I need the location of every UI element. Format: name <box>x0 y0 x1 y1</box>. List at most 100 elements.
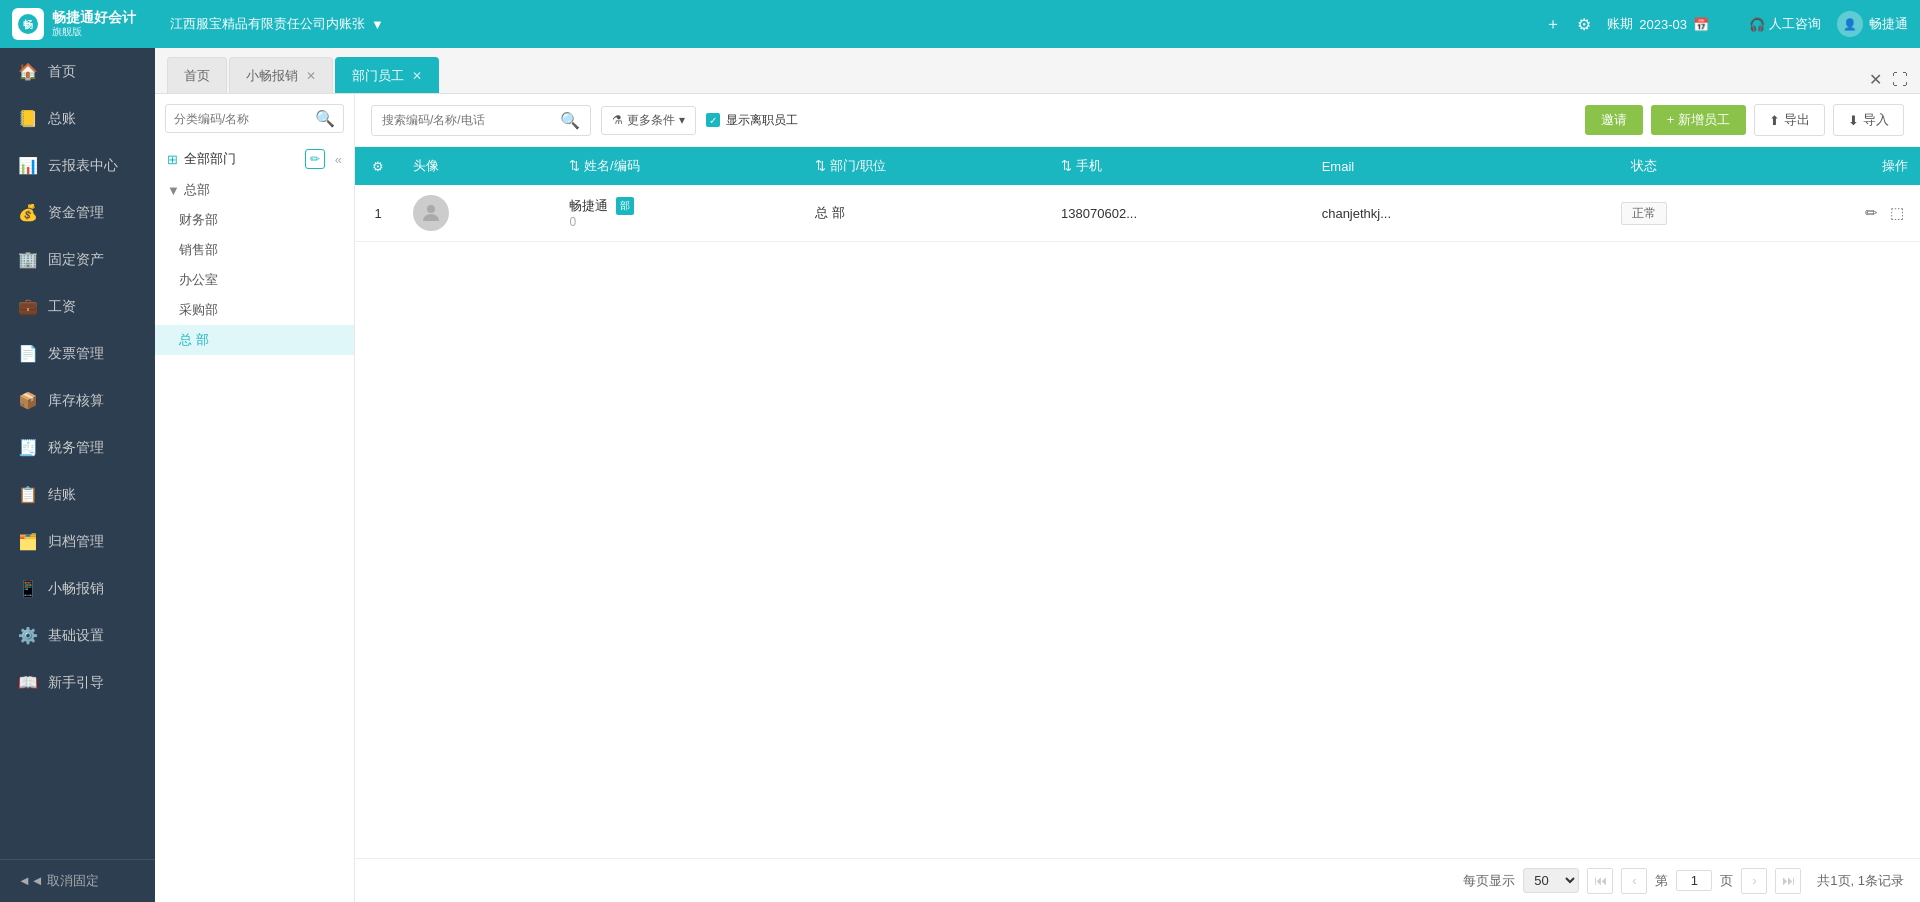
import-icon: ⬇ <box>1848 113 1859 128</box>
row-email-cell: chanjethkj... <box>1310 185 1554 242</box>
dept-item-hq-label: 总 部 <box>179 332 209 347</box>
sidebar-item-close-period[interactable]: 📋 结账 <box>0 471 155 518</box>
assets-icon: 🏢 <box>18 250 38 269</box>
logout-employee-button[interactable]: ⬚ <box>1886 202 1908 224</box>
dept-item-office-label: 办公室 <box>179 272 218 287</box>
edit-employee-button[interactable]: ✏ <box>1861 202 1882 224</box>
sidebar-item-ledger[interactable]: 📒 总账 <box>0 95 155 142</box>
dept-item-purchase[interactable]: 采购部 <box>155 295 354 325</box>
dept-item-sales[interactable]: 销售部 <box>155 235 354 265</box>
sidebar-item-tax[interactable]: 🧾 税务管理 <box>0 424 155 471</box>
row-avatar <box>401 185 557 242</box>
per-page-label: 每页显示 <box>1463 872 1515 890</box>
xiaochang-icon: 📱 <box>18 579 38 598</box>
funds-icon: 💰 <box>18 203 38 222</box>
sidebar-item-inventory[interactable]: 📦 库存核算 <box>0 377 155 424</box>
col-dept[interactable]: ⇅ 部门/职位 <box>803 147 1049 185</box>
dept-item-finance[interactable]: 财务部 <box>155 205 354 235</box>
col-avatar: 头像 <box>401 147 557 185</box>
dept-parent-general[interactable]: ▼ 总部 <box>155 175 354 205</box>
col-settings[interactable]: ⚙ <box>355 147 401 185</box>
tab-xiaochang-label: 小畅报销 <box>246 67 298 85</box>
reports-icon: 📊 <box>18 156 38 175</box>
tab-xiaochang-close[interactable]: ✕ <box>306 69 316 83</box>
tab-dept-employee[interactable]: 部门员工 ✕ <box>335 57 439 93</box>
dept-item-office[interactable]: 办公室 <box>155 265 354 295</box>
invite-button[interactable]: 邀请 <box>1585 105 1643 135</box>
sidebar-item-xiaochang[interactable]: 📱 小畅报销 <box>0 565 155 612</box>
sidebar-item-funds[interactable]: 💰 资金管理 <box>0 189 155 236</box>
period-label: 账期 <box>1607 15 1633 33</box>
page-suffix: 页 <box>1720 872 1733 890</box>
top-header: 畅 畅捷通好会计 旗舰版 江西服宝精品有限责任公司内账张 ▼ ＋ ⚙ 账期 20… <box>0 0 1920 48</box>
table-settings-icon[interactable]: ⚙ <box>372 159 384 174</box>
tab-dept-close[interactable]: ✕ <box>412 69 422 83</box>
employee-search-box[interactable]: 🔍 <box>371 105 591 136</box>
company-selector[interactable]: 江西服宝精品有限责任公司内账张 ▼ <box>170 15 384 33</box>
sidebar-item-archive[interactable]: 🗂️ 归档管理 <box>0 518 155 565</box>
tab-maximize-action[interactable]: ⛶ <box>1892 71 1908 89</box>
svg-point-2 <box>427 205 435 213</box>
last-page-button[interactable]: ⏭ <box>1775 868 1801 894</box>
dept-item-general-hq[interactable]: 总 部 <box>155 325 354 355</box>
sidebar-item-guide[interactable]: 📖 新手引导 <box>0 659 155 706</box>
app-edition: 旗舰版 <box>52 25 136 39</box>
add-tab-button[interactable]: ＋ <box>1545 14 1561 35</box>
next-page-button[interactable]: › <box>1741 868 1767 894</box>
dept-panel: 🔍 ⊞ 全部部门 ✏ « ▼ 总部 财务部 销售部 <box>155 94 355 902</box>
sidebar-item-label: 资金管理 <box>48 204 104 222</box>
sidebar-item-basic-settings[interactable]: ⚙️ 基础设置 <box>0 612 155 659</box>
dept-collapse-button[interactable]: ✏ <box>305 149 325 169</box>
sidebar-item-label: 税务管理 <box>48 439 104 457</box>
user-area[interactable]: 👤 畅捷通 <box>1837 11 1908 37</box>
more-filter-button[interactable]: ⚗ 更多条件 ▾ <box>601 106 696 135</box>
employee-badge: 部 <box>616 197 634 215</box>
sort-icon: ⇅ <box>569 158 580 173</box>
cancel-fixed-button[interactable]: ◄◄ 取消固定 <box>0 859 155 902</box>
sidebar-item-label: 工资 <box>48 298 76 316</box>
tab-close-action[interactable]: ✕ <box>1869 70 1882 89</box>
grid-icon: ⊞ <box>167 152 178 167</box>
dept-search-box[interactable]: 🔍 <box>165 104 344 133</box>
sidebar-item-home[interactable]: 🏠 首页 <box>0 48 155 95</box>
add-employee-button[interactable]: + 新增员工 <box>1651 105 1746 135</box>
page-number-input[interactable] <box>1676 870 1712 891</box>
row-dept-cell: 总 部 <box>803 185 1049 242</box>
support-button[interactable]: 🎧 人工咨询 <box>1749 15 1821 33</box>
dept-label-general: 总部 <box>184 181 210 199</box>
row-status-cell: 正常 <box>1553 185 1736 242</box>
all-departments-item[interactable]: ⊞ 全部部门 ✏ « <box>155 143 354 175</box>
import-label: 导入 <box>1863 111 1889 129</box>
ledger-icon: 📒 <box>18 109 38 128</box>
filter-chevron-icon: ▾ <box>679 113 685 127</box>
col-phone[interactable]: ⇅ 手机 <box>1049 147 1310 185</box>
person-icon: 👤 <box>1843 18 1857 31</box>
first-page-button[interactable]: ⏮ <box>1587 868 1613 894</box>
sidebar-item-label: 云报表中心 <box>48 157 118 175</box>
sidebar-item-reports[interactable]: 📊 云报表中心 <box>0 142 155 189</box>
tab-xiaochang[interactable]: 小畅报销 ✕ <box>229 57 333 93</box>
prev-page-button[interactable]: ‹ <box>1621 868 1647 894</box>
employee-table: ⚙ 头像 ⇅ 姓名/编码 ⇅ <box>355 147 1920 858</box>
sidebar-item-label: 发票管理 <box>48 345 104 363</box>
export-button[interactable]: ⬆ 导出 <box>1754 104 1825 136</box>
settings-button[interactable]: ⚙ <box>1577 15 1591 34</box>
dept-search-input[interactable] <box>174 112 311 126</box>
employee-search-input[interactable] <box>382 113 554 127</box>
sidebar-item-salary[interactable]: 💼 工资 <box>0 283 155 330</box>
app-name: 畅捷通好会计 <box>52 9 136 26</box>
dept-item-finance-label: 财务部 <box>179 212 218 227</box>
per-page-select[interactable]: 50 10 20 100 <box>1523 868 1579 893</box>
cancel-fixed-label: ◄◄ 取消固定 <box>18 872 99 890</box>
pagination: 每页显示 50 10 20 100 ⏮ ‹ 第 页 › ⏭ 共1页, 1条记录 <box>355 858 1920 902</box>
show-resigned-toggle[interactable]: ✓ 显示离职员工 <box>706 112 798 129</box>
import-button[interactable]: ⬇ 导入 <box>1833 104 1904 136</box>
sidebar-item-invoice[interactable]: 📄 发票管理 <box>0 330 155 377</box>
tab-home[interactable]: 首页 <box>167 57 227 93</box>
col-name[interactable]: ⇅ 姓名/编码 <box>557 147 803 185</box>
svg-text:畅: 畅 <box>23 19 33 30</box>
resigned-checkbox[interactable]: ✓ <box>706 113 720 127</box>
sort-icon-phone: ⇅ <box>1061 158 1072 173</box>
calendar-icon[interactable]: 📅 <box>1693 17 1709 32</box>
sidebar-item-assets[interactable]: 🏢 固定资产 <box>0 236 155 283</box>
